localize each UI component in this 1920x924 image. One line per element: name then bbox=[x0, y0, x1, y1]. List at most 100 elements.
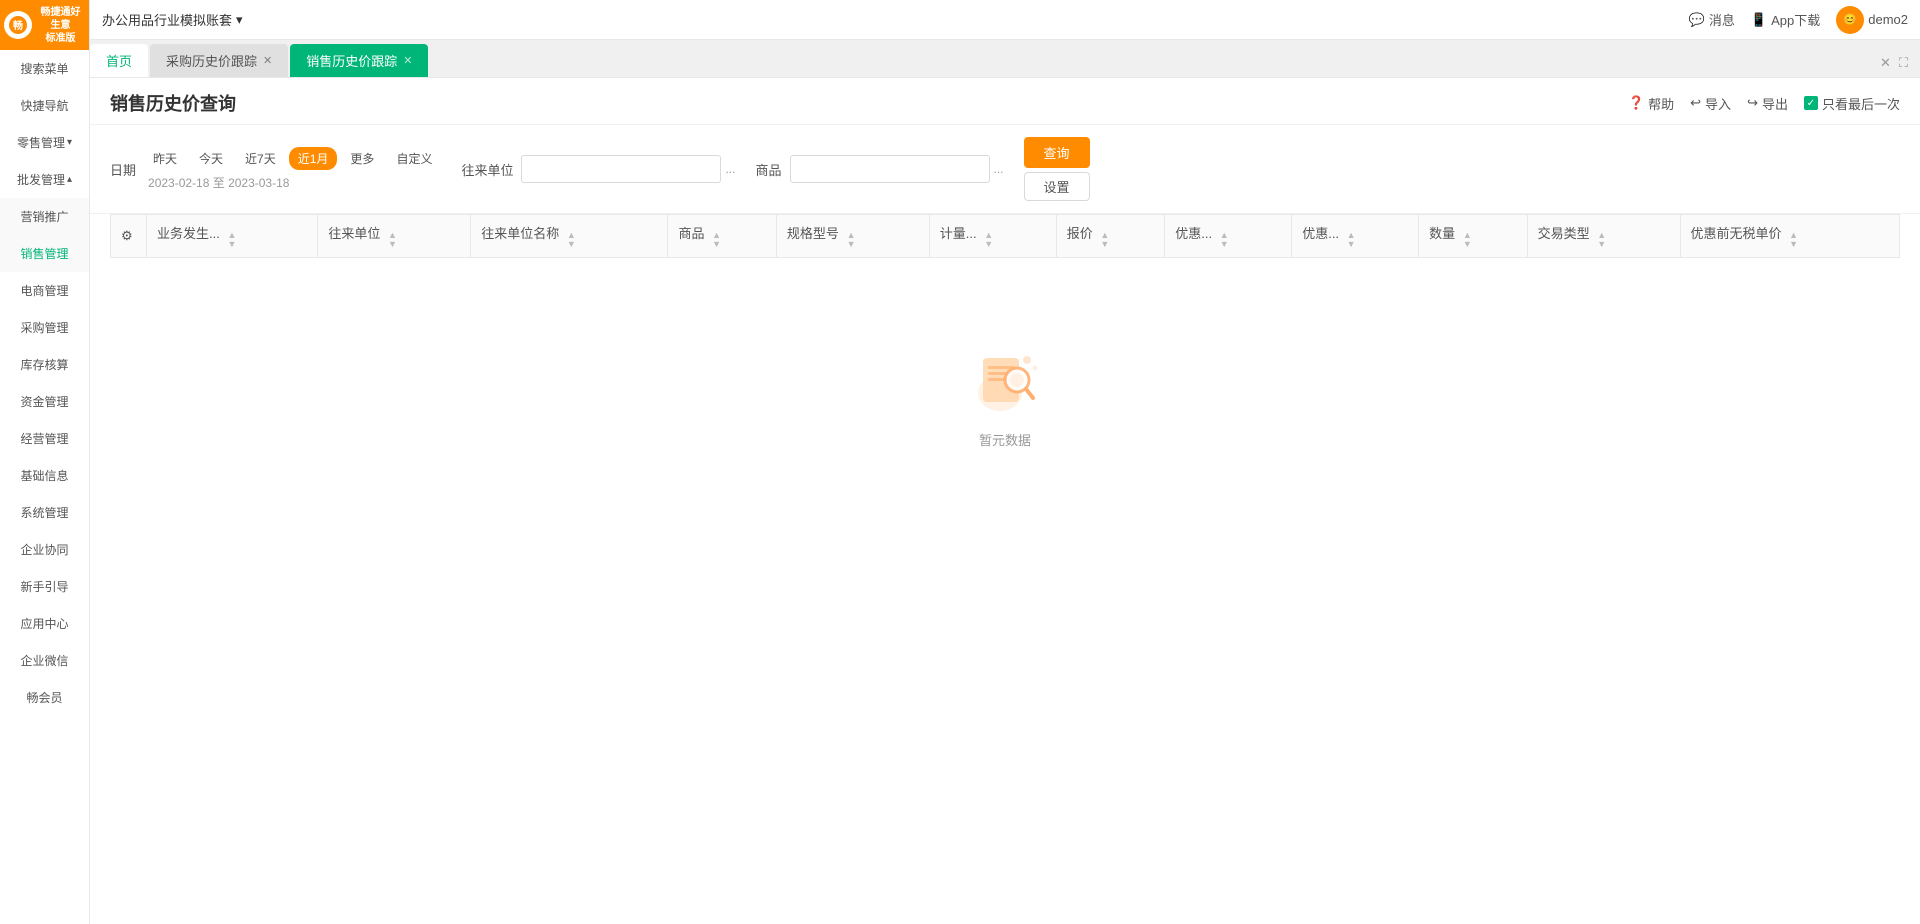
th-partner-code-label: 往来单位 bbox=[328, 226, 380, 241]
th-pretax-price[interactable]: 优惠前无税单价 ▲▼ bbox=[1680, 215, 1899, 258]
import-button[interactable]: ↩ 导入 bbox=[1690, 94, 1731, 113]
source-unit-input-group: ... bbox=[521, 155, 735, 183]
product-filter-group: 商品 ... bbox=[755, 155, 1003, 183]
sidebar-item-retail-mgmt[interactable]: 零售管理 ▾ bbox=[0, 124, 89, 161]
top-header: 办公用品行业模拟账套 ▾ 💬 消息 📱 App下载 😊 demo2 bbox=[90, 0, 1920, 40]
maximize-icon[interactable]: ⛶ bbox=[1899, 55, 1908, 71]
sidebar-item-finance-mgmt[interactable]: 资金管理 bbox=[0, 383, 89, 420]
th-discount2[interactable]: 优惠... ▲▼ bbox=[1292, 215, 1419, 258]
sidebar-item-basic-info[interactable]: 基础信息 bbox=[0, 457, 89, 494]
app-download-button[interactable]: 📱 App下载 bbox=[1751, 10, 1820, 29]
help-button[interactable]: ❓ 帮助 bbox=[1628, 94, 1674, 113]
tab-purchase-close[interactable]: ✕ bbox=[263, 54, 272, 67]
th-quote[interactable]: 报价 ▲▼ bbox=[1056, 215, 1164, 258]
import-label: 导入 bbox=[1705, 94, 1731, 113]
page-actions: ❓ 帮助 ↩ 导入 ↪ 导出 ✓ 只看最后一次 bbox=[1628, 94, 1900, 113]
th-spec-label: 规格型号 bbox=[787, 226, 839, 241]
th-quantity-label: 数量 bbox=[1429, 226, 1455, 241]
only-last-toggle[interactable]: ✓ 只看最后一次 bbox=[1804, 94, 1900, 113]
sidebar-item-label: 新手引导 bbox=[4, 578, 85, 595]
tab-sales-close[interactable]: ✕ bbox=[403, 54, 412, 67]
th-biz-date[interactable]: 业务发生... ▲▼ bbox=[147, 215, 318, 258]
user-menu[interactable]: 😊 demo2 bbox=[1836, 6, 1908, 34]
export-icon: ↪ bbox=[1747, 95, 1758, 111]
sidebar-item-ops-mgmt[interactable]: 经营管理 bbox=[0, 420, 89, 457]
chevron-down-icon: ▾ bbox=[67, 137, 72, 148]
tab-home[interactable]: 首页 bbox=[90, 44, 148, 77]
sidebar-item-enterprise-wechat[interactable]: 企业微信 bbox=[0, 642, 89, 679]
sort-icon: ▲▼ bbox=[567, 231, 576, 249]
th-product-label: 商品 bbox=[678, 226, 704, 241]
sidebar-item-ecom-mgmt[interactable]: 电商管理 bbox=[0, 272, 89, 309]
th-trade-type-label: 交易类型 bbox=[1538, 226, 1590, 241]
sidebar-item-member-club[interactable]: 畅会员 bbox=[0, 679, 89, 716]
sort-icon: ▲▼ bbox=[984, 231, 993, 249]
th-quantity[interactable]: 数量 ▲▼ bbox=[1419, 215, 1527, 258]
th-partner-name[interactable]: 往来单位名称 ▲▼ bbox=[471, 215, 668, 258]
only-last-label: 只看最后一次 bbox=[1822, 94, 1900, 113]
breadcrumb-dropdown[interactable]: 办公用品行业模拟账套 ▾ bbox=[102, 10, 243, 29]
logo-icon: 畅 bbox=[4, 11, 32, 39]
sidebar-item-sales-mgmt[interactable]: 销售管理 bbox=[0, 235, 89, 272]
tab-sales[interactable]: 销售历史价跟踪 ✕ bbox=[290, 44, 428, 77]
tab-purchase[interactable]: 采购历史价跟踪 ✕ bbox=[150, 44, 288, 77]
product-ellipsis[interactable]: ... bbox=[994, 162, 1004, 176]
date-filter-group: 日期 昨天 今天 近7天 近1月 更多 自定义 2023-02-18 至 202… bbox=[110, 147, 441, 191]
sidebar-item-search-menu[interactable]: 搜索菜单 bbox=[0, 50, 89, 87]
source-unit-ellipsis[interactable]: ... bbox=[725, 162, 735, 176]
th-partner-code[interactable]: 往来单位 ▲▼ bbox=[318, 215, 471, 258]
export-label: 导出 bbox=[1762, 94, 1788, 113]
date-btn-custom[interactable]: 自定义 bbox=[387, 147, 441, 170]
sidebar-item-marketing[interactable]: 营销推广 bbox=[0, 198, 89, 235]
th-settings[interactable]: ⚙ bbox=[111, 215, 147, 258]
sidebar-item-label: 快捷导航 bbox=[4, 97, 85, 114]
main-area: 办公用品行业模拟账套 ▾ 💬 消息 📱 App下载 😊 demo2 首页 bbox=[90, 0, 1920, 924]
date-btn-yesterday[interactable]: 昨天 bbox=[144, 147, 186, 170]
product-input-group: ... bbox=[790, 155, 1004, 183]
message-button[interactable]: 💬 消息 bbox=[1689, 10, 1735, 29]
user-name: demo2 bbox=[1868, 12, 1908, 27]
sidebar-item-purchase-mgmt[interactable]: 采购管理 bbox=[0, 309, 89, 346]
setting-button[interactable]: 设置 bbox=[1024, 172, 1090, 201]
sidebar-item-label: 基础信息 bbox=[4, 467, 85, 484]
product-input[interactable] bbox=[790, 155, 990, 183]
th-unit[interactable]: 计量... ▲▼ bbox=[929, 215, 1056, 258]
avatar: 😊 bbox=[1836, 6, 1864, 34]
date-btn-more[interactable]: 更多 bbox=[341, 147, 383, 170]
empty-text: 暂元数据 bbox=[979, 430, 1031, 449]
th-product[interactable]: 商品 ▲▼ bbox=[668, 215, 776, 258]
date-btn-7days[interactable]: 近7天 bbox=[236, 147, 285, 170]
th-trade-type[interactable]: 交易类型 ▲▼ bbox=[1527, 215, 1680, 258]
sidebar-item-enterprise-coop[interactable]: 企业协同 bbox=[0, 531, 89, 568]
checkbox-icon: ✓ bbox=[1804, 96, 1818, 110]
close-all-icon[interactable]: ✕ bbox=[1880, 55, 1891, 71]
th-biz-date-label: 业务发生... bbox=[157, 226, 220, 241]
th-spec[interactable]: 规格型号 ▲▼ bbox=[776, 215, 929, 258]
date-btn-row: 昨天 今天 近7天 近1月 更多 自定义 bbox=[144, 147, 441, 170]
date-btn-1month[interactable]: 近1月 bbox=[289, 147, 338, 170]
table-header: ⚙ 业务发生... ▲▼ 往来单位 ▲▼ 往来单位名称 bbox=[111, 215, 1900, 258]
source-unit-input[interactable] bbox=[521, 155, 721, 183]
sidebar-item-beginner-guide[interactable]: 新手引导 bbox=[0, 568, 89, 605]
sort-icon: ▲▼ bbox=[1789, 231, 1798, 249]
sidebar-item-label: 资金管理 bbox=[4, 393, 85, 410]
gear-icon: ⚙ bbox=[121, 228, 133, 243]
logo-line1: 畅捷通好生意 bbox=[36, 6, 85, 32]
sidebar-item-quick-nav[interactable]: 快捷导航 bbox=[0, 87, 89, 124]
sort-icon: ▲▼ bbox=[1463, 231, 1472, 249]
action-buttons: 查询 设置 bbox=[1024, 137, 1090, 201]
query-button[interactable]: 查询 bbox=[1024, 137, 1090, 168]
data-table: ⚙ 业务发生... ▲▼ 往来单位 ▲▼ 往来单位名称 bbox=[110, 214, 1900, 258]
th-discount1[interactable]: 优惠... ▲▼ bbox=[1165, 215, 1292, 258]
sidebar-item-inventory[interactable]: 库存核算 bbox=[0, 346, 89, 383]
export-button[interactable]: ↪ 导出 bbox=[1747, 94, 1788, 113]
filter-bar: 日期 昨天 今天 近7天 近1月 更多 自定义 2023-02-18 至 202… bbox=[90, 125, 1920, 214]
sidebar-item-wholesale-mgmt[interactable]: 批发管理 ▴ bbox=[0, 161, 89, 198]
content-area: 销售历史价查询 ❓ 帮助 ↩ 导入 ↪ 导出 ✓ 只看最后一次 bbox=[90, 78, 1920, 924]
sidebar-item-sys-mgmt[interactable]: 系统管理 bbox=[0, 494, 89, 531]
sidebar-item-label: 采购管理 bbox=[4, 319, 85, 336]
sidebar-item-app-center[interactable]: 应用中心 bbox=[0, 605, 89, 642]
page-header: 销售历史价查询 ❓ 帮助 ↩ 导入 ↪ 导出 ✓ 只看最后一次 bbox=[90, 78, 1920, 125]
sort-icon: ▲▼ bbox=[1220, 231, 1229, 249]
date-btn-today[interactable]: 今天 bbox=[190, 147, 232, 170]
